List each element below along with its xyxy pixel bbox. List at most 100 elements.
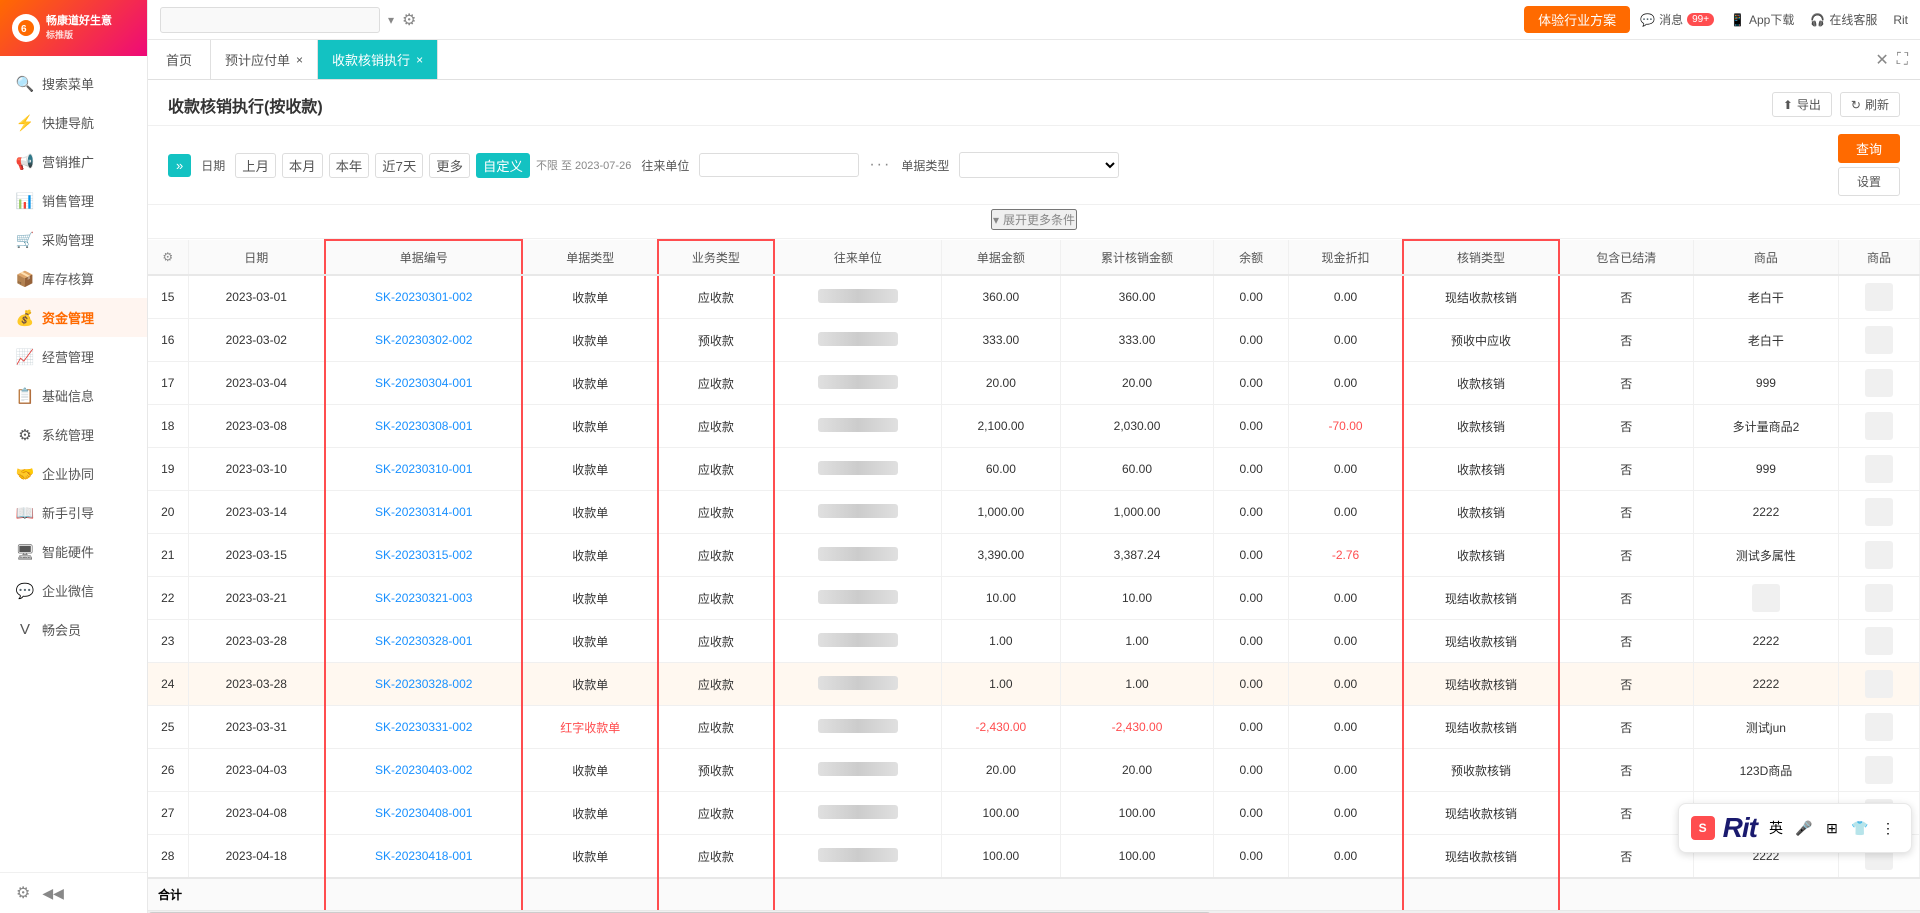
export-button[interactable]: ⬆ 导出 (1772, 92, 1832, 117)
sidebar-icon: 🔍 (16, 75, 34, 93)
sidebar-item-基础信息[interactable]: 📋基础信息 (0, 376, 147, 415)
sidebar-gear-icon[interactable]: ⚙ (16, 883, 30, 903)
grid-icon[interactable]: ⊞ (1821, 817, 1843, 839)
table-row[interactable]: 27 2023-04-08 SK-20230408-001 收款单 应收款 10… (148, 792, 1920, 835)
gear-icon[interactable]: ⚙ (162, 250, 173, 264)
voucher-type-select[interactable] (959, 152, 1119, 178)
sidebar-item-新手引导[interactable]: 📖新手引导 (0, 493, 147, 532)
sidebar-item-系统管理[interactable]: ⚙系统管理 (0, 415, 147, 454)
table-row[interactable]: 16 2023-03-02 SK-20230302-002 收款单 预收款 33… (148, 319, 1920, 362)
cell-counterparty (774, 577, 942, 620)
tab-home[interactable]: 首页 (148, 40, 211, 79)
cell-voucher-type: 收款单 (522, 835, 658, 879)
table-row[interactable]: 17 2023-03-04 SK-20230304-001 收款单 应收款 20… (148, 362, 1920, 405)
this-month-btn[interactable]: 本月 (282, 153, 323, 178)
app-download-button[interactable]: 📱 App下载 (1730, 11, 1794, 28)
table-row[interactable]: 15 2023-03-01 SK-20230301-002 收款单 应收款 36… (148, 275, 1920, 319)
cell-included: 否 (1559, 792, 1694, 835)
industry-solution-button[interactable]: 体验行业方案 (1524, 6, 1630, 33)
code-link[interactable]: SK-20230331-002 (375, 720, 472, 734)
table-row[interactable]: 20 2023-03-14 SK-20230314-001 收款单 应收款 1,… (148, 491, 1920, 534)
cell-date: 2023-03-10 (188, 448, 325, 491)
cell-no: 23 (148, 620, 188, 663)
code-link[interactable]: SK-20230315-002 (375, 548, 472, 562)
code-link[interactable]: SK-20230403-002 (375, 763, 472, 777)
sidebar-item-销售管理[interactable]: 📊销售管理 (0, 181, 147, 220)
this-year-btn[interactable]: 本年 (329, 153, 370, 178)
close-all-icon[interactable]: ✕ (1875, 50, 1888, 70)
counterparty-dots[interactable]: ··· (869, 156, 891, 174)
table-row[interactable]: 24 2023-03-28 SK-20230328-002 收款单 应收款 1.… (148, 663, 1920, 706)
service-label: 在线客服 (1829, 11, 1877, 28)
code-link[interactable]: SK-20230418-001 (375, 849, 472, 863)
table-row[interactable]: 25 2023-03-31 SK-20230331-002 红字收款单 应收款 … (148, 706, 1920, 749)
sidebar-footer: ⚙ ◀◀ (0, 872, 147, 913)
page-header: 收款核销执行(按收款) ⬆ 导出 ↻ 刷新 (148, 80, 1920, 126)
code-link[interactable]: SK-20230308-001 (375, 419, 472, 433)
settings-icon[interactable]: ⚙ (402, 10, 416, 30)
cell-product1: 2222 (1693, 663, 1838, 706)
cell-product2 (1838, 663, 1919, 706)
more-icon[interactable]: ⋮ (1877, 817, 1899, 839)
refresh-button[interactable]: ↻ 刷新 (1840, 92, 1900, 117)
table-row[interactable]: 21 2023-03-15 SK-20230315-002 收款单 应收款 3,… (148, 534, 1920, 577)
sidebar-item-快捷导航[interactable]: ⚡快捷导航 (0, 103, 147, 142)
table-row[interactable]: 28 2023-04-18 SK-20230418-001 收款单 应收款 10… (148, 835, 1920, 879)
custom-date-btn[interactable]: 自定义 (476, 153, 530, 178)
tab-writeoff-close[interactable]: × (416, 53, 423, 67)
code-link[interactable]: SK-20230314-001 (375, 505, 472, 519)
code-link[interactable]: SK-20230304-001 (375, 376, 472, 390)
sidebar-item-畅会员[interactable]: V畅会员 (0, 610, 147, 649)
tab-prepay-close[interactable]: × (296, 53, 303, 67)
sidebar-item-label: 企业协同 (42, 464, 94, 483)
cell-cash-discount: 0.00 (1288, 663, 1403, 706)
cell-voucher-type: 收款单 (522, 663, 658, 706)
sidebar-item-经营管理[interactable]: 📈经营管理 (0, 337, 147, 376)
cell-counterparty (774, 792, 942, 835)
counterparty-input[interactable] (699, 153, 859, 177)
th-gear[interactable]: ⚙ (148, 240, 188, 275)
shirt-icon[interactable]: 👕 (1849, 817, 1871, 839)
table-row[interactable]: 19 2023-03-10 SK-20230310-001 收款单 应收款 60… (148, 448, 1920, 491)
code-link[interactable]: SK-20230310-001 (375, 462, 472, 476)
code-link[interactable]: SK-20230328-002 (375, 677, 472, 691)
sidebar-item-智能硬件[interactable]: 🖥智能硬件 (0, 532, 147, 571)
last-month-btn[interactable]: 上月 (235, 153, 276, 178)
cell-date: 2023-03-01 (188, 275, 325, 319)
th-product2: 商品 (1838, 240, 1919, 275)
sidebar-item-采购管理[interactable]: 🛒采购管理 (0, 220, 147, 259)
table-row[interactable]: 23 2023-03-28 SK-20230328-001 收款单 应收款 1.… (148, 620, 1920, 663)
table-row[interactable]: 18 2023-03-08 SK-20230308-001 收款单 应收款 2,… (148, 405, 1920, 448)
more-btn[interactable]: 更多 (429, 153, 470, 178)
mic-icon[interactable]: 🎤 (1793, 817, 1815, 839)
chevron-down-icon[interactable]: ▾ (388, 13, 394, 27)
yingwen-icon[interactable]: 英 (1765, 817, 1787, 839)
sidebar-collapse-icon[interactable]: ◀◀ (42, 885, 64, 902)
tab-collection-writeoff[interactable]: 收款核销执行 × (318, 40, 438, 79)
last-7days-btn[interactable]: 近7天 (375, 153, 423, 178)
table-row[interactable]: 26 2023-04-03 SK-20230403-002 收款单 预收款 20… (148, 749, 1920, 792)
online-service-button[interactable]: 🎧 在线客服 (1810, 11, 1877, 28)
code-link[interactable]: SK-20230302-002 (375, 333, 472, 347)
filter-toggle-button[interactable]: » (168, 154, 191, 177)
cell-voucher-type: 收款单 (522, 491, 658, 534)
expand-icon[interactable]: ⛶ (1897, 51, 1908, 69)
address-input[interactable] (160, 7, 380, 33)
code-link[interactable]: SK-20230321-003 (375, 591, 472, 605)
messages-button[interactable]: 💬 消息 99+ (1640, 11, 1714, 28)
table-row[interactable]: 22 2023-03-21 SK-20230321-003 收款单 应收款 10… (148, 577, 1920, 620)
code-link[interactable]: SK-20230301-002 (375, 290, 472, 304)
sidebar-item-营销推广[interactable]: 📢营销推广 (0, 142, 147, 181)
code-link[interactable]: SK-20230328-001 (375, 634, 472, 648)
sidebar-item-企业协同[interactable]: 🤝企业协同 (0, 454, 147, 493)
expand-conditions-button[interactable]: ▾ 展开更多条件 (991, 209, 1077, 230)
filter-settings-button[interactable]: 设置 (1838, 167, 1900, 196)
cell-counterparty (774, 835, 942, 879)
sidebar-item-库存核算[interactable]: 📦库存核算 (0, 259, 147, 298)
tab-prepay-order[interactable]: 预计应付单 × (211, 40, 318, 79)
sidebar-item-企业微信[interactable]: 💬企业微信 (0, 571, 147, 610)
sidebar-item-资金管理[interactable]: 💰资金管理 (0, 298, 147, 337)
query-button[interactable]: 查询 (1838, 134, 1900, 163)
code-link[interactable]: SK-20230408-001 (375, 806, 472, 820)
sidebar-item-搜索菜单[interactable]: 🔍搜索菜单 (0, 64, 147, 103)
